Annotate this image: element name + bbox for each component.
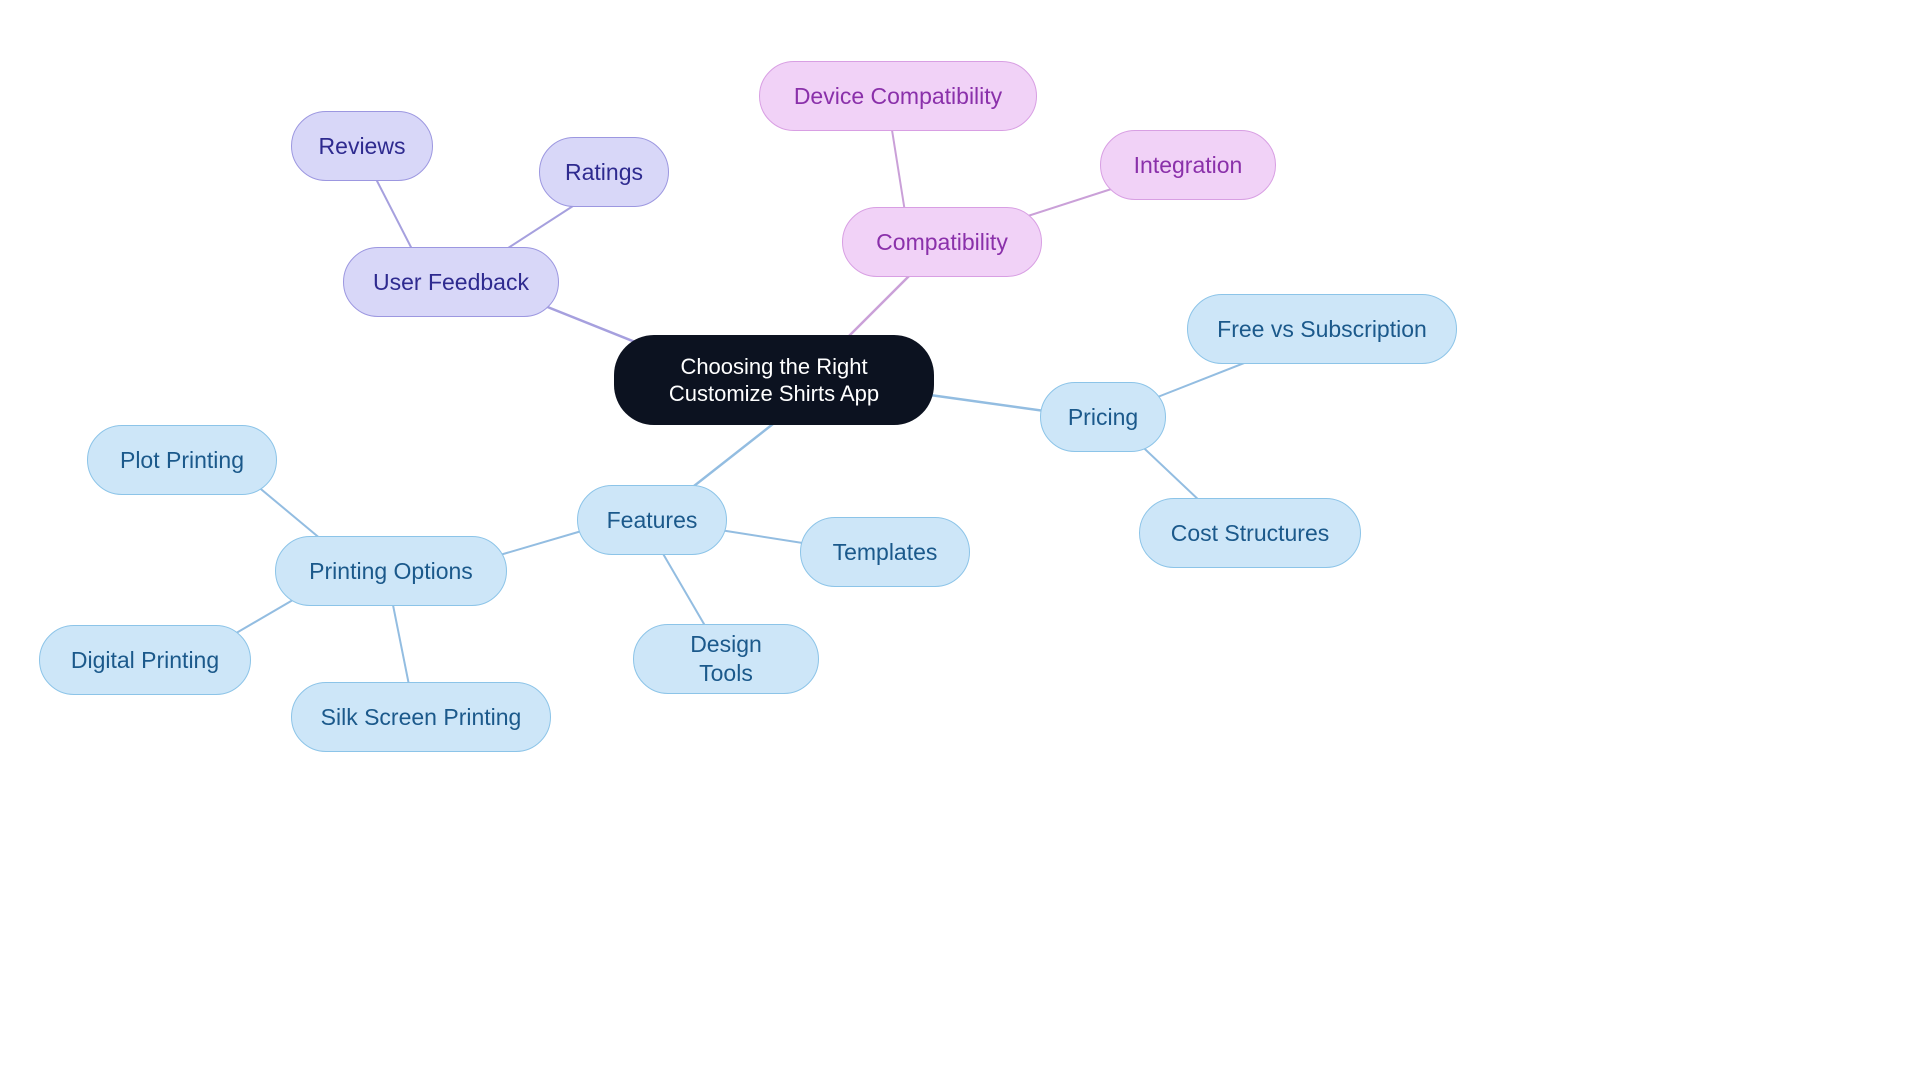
plot-printing-label: Plot Printing (120, 446, 244, 475)
free-vs-sub-node[interactable]: Free vs Subscription (1187, 294, 1457, 364)
printing-options-label: Printing Options (309, 557, 473, 586)
integration-node[interactable]: Integration (1100, 130, 1276, 200)
cost-structures-node[interactable]: Cost Structures (1139, 498, 1361, 568)
ratings-node[interactable]: Ratings (539, 137, 669, 207)
digital-printing-label: Digital Printing (71, 646, 219, 675)
design-tools-node[interactable]: Design Tools (633, 624, 819, 694)
reviews-node[interactable]: Reviews (291, 111, 433, 181)
features-node[interactable]: Features (577, 485, 727, 555)
silk-printing-node[interactable]: Silk Screen Printing (291, 682, 551, 752)
integration-label: Integration (1134, 151, 1243, 180)
templates-node[interactable]: Templates (800, 517, 970, 587)
plot-printing-node[interactable]: Plot Printing (87, 425, 277, 495)
templates-label: Templates (833, 538, 938, 567)
reviews-label: Reviews (319, 132, 406, 161)
compatibility-label: Compatibility (876, 228, 1008, 257)
printing-options-node[interactable]: Printing Options (275, 536, 507, 606)
ratings-label: Ratings (565, 158, 643, 187)
device-compat-node[interactable]: Device Compatibility (759, 61, 1037, 131)
cost-structures-label: Cost Structures (1171, 519, 1330, 548)
user-feedback-node[interactable]: User Feedback (343, 247, 559, 317)
features-label: Features (607, 506, 698, 535)
center-node[interactable]: Choosing the Right Customize Shirts App (614, 335, 934, 425)
design-tools-label: Design Tools (662, 630, 790, 688)
silk-printing-label: Silk Screen Printing (321, 703, 522, 732)
center-label: Choosing the Right Customize Shirts App (648, 353, 900, 408)
free-vs-sub-label: Free vs Subscription (1217, 315, 1427, 344)
pricing-label: Pricing (1068, 403, 1138, 432)
device-compat-label: Device Compatibility (794, 82, 1002, 111)
digital-printing-node[interactable]: Digital Printing (39, 625, 251, 695)
user-feedback-label: User Feedback (373, 268, 529, 297)
pricing-node[interactable]: Pricing (1040, 382, 1166, 452)
compatibility-node[interactable]: Compatibility (842, 207, 1042, 277)
